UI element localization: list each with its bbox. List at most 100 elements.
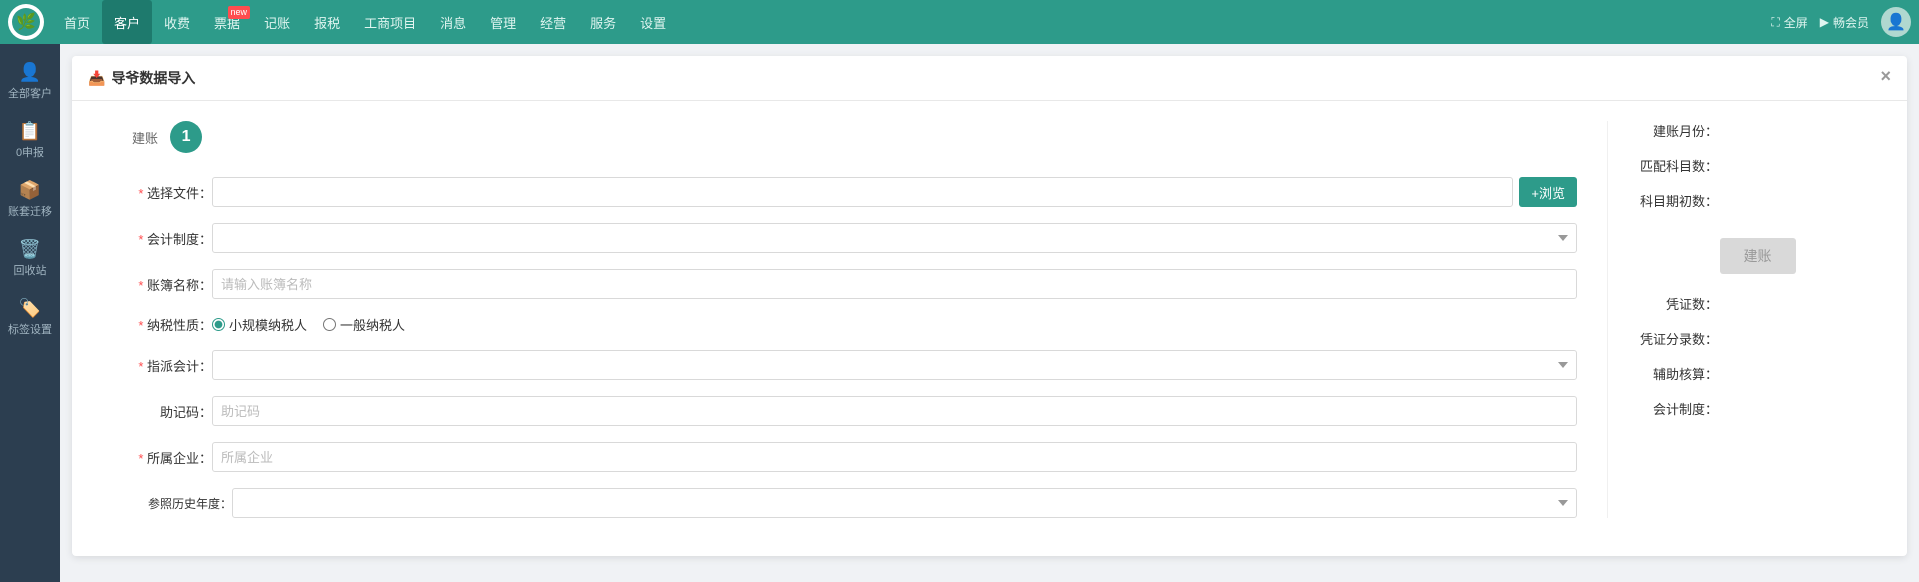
nav-item-tax[interactable]: 报税 [302, 0, 352, 44]
sidebar: 👤 全部客户 📋 0申报 📦 账套迁移 🗑️ 回收站 🏷️ 标签设置 [0, 44, 60, 582]
new-badge: new [228, 6, 251, 19]
nav-menu: 首页 客户 收费 票据 new 记账 报税 工商项目 消息 管理 经营 服务 设… [52, 0, 1771, 44]
accounting-system-info-label: 会计制度： [1628, 399, 1718, 418]
memo-input[interactable] [212, 396, 1577, 426]
general-taxpayer-radio[interactable] [323, 318, 336, 331]
trash-icon: 🗑️ [19, 239, 41, 260]
vip-icon: ▶ [1820, 15, 1829, 29]
info-section: 建账月份： 匹配科目数： 科目期初数： 建账 [1607, 121, 1907, 518]
sidebar-item-label: 账套迁移 [8, 203, 52, 219]
form-section: 建账 1 * 选择文件： +浏览 [72, 121, 1607, 518]
sidebar-item-all-customers[interactable]: 👤 全部客户 [0, 52, 60, 111]
sidebar-item-label: 全部客户 [8, 85, 52, 101]
aux-accounting-row: 辅助核算： [1628, 364, 1887, 383]
company-row: * 所属企业： [132, 442, 1577, 472]
import-icon: 📥 [88, 70, 105, 87]
voucher-count-row: 凭证数： [1628, 294, 1887, 313]
nav-right-area: ⛶ 全屏 ▶ 畅会员 👤 [1771, 7, 1911, 37]
step-number: 1 [182, 128, 191, 146]
sidebar-item-label: 0申报 [16, 144, 44, 160]
tax-type-label: * 纳税性质： [132, 315, 212, 334]
panel-header: 📥 导爷数据导入 × [72, 56, 1907, 101]
all-customers-icon: 👤 [19, 62, 41, 83]
sidebar-item-label: 标签设置 [8, 321, 52, 337]
fullscreen-button[interactable]: ⛶ 全屏 [1771, 14, 1807, 31]
build-month-row: 建账月份： [1628, 121, 1887, 140]
nav-item-message[interactable]: 消息 [428, 0, 478, 44]
fullscreen-icon: ⛶ [1771, 15, 1779, 30]
tax-type-row: * 纳税性质： 小规模纳税人 一般纳税人 [132, 315, 1577, 334]
declaration-icon: 📋 [19, 121, 41, 142]
aux-accounting-label: 辅助核算： [1628, 364, 1718, 383]
content-area: 📥 导爷数据导入 × 建账 1 * 选择文件： [60, 44, 1919, 582]
ledger-name-input[interactable] [212, 269, 1577, 299]
nav-item-service[interactable]: 服务 [578, 0, 628, 44]
sidebar-item-declaration[interactable]: 📋 0申报 [0, 111, 60, 170]
company-input[interactable] [212, 442, 1577, 472]
import-panel: 📥 导爷数据导入 × 建账 1 * 选择文件： [72, 56, 1907, 556]
accounting-system-info-row: 会计制度： [1628, 399, 1887, 418]
accounting-system-select[interactable] [212, 223, 1577, 253]
panel-body: 建账 1 * 选择文件： +浏览 [72, 101, 1907, 538]
migration-icon: 📦 [19, 180, 41, 201]
step-indicator: 建账 1 [132, 121, 1577, 153]
accountant-select[interactable] [212, 350, 1577, 380]
nav-item-business[interactable]: 工商项目 [352, 0, 428, 44]
step-circle: 1 [170, 121, 202, 153]
nav-item-customer[interactable]: 客户 [102, 0, 152, 44]
sidebar-item-label: 回收站 [14, 262, 47, 278]
ledger-name-label: * 账簿名称： [132, 275, 212, 294]
small-scale-label: 小规模纳税人 [229, 315, 307, 334]
history-year-row: 参照历史年度： [132, 488, 1577, 518]
top-navigation: 🌿 首页 客户 收费 票据 new 记账 报税 工商项目 消息 管理 经营 服务… [0, 0, 1919, 44]
user-icon: 👤 [1886, 12, 1906, 32]
main-layout: 👤 全部客户 📋 0申报 📦 账套迁移 🗑️ 回收站 🏷️ 标签设置 📥 导爷数… [0, 44, 1919, 582]
accountant-label: * 指派会计： [132, 356, 212, 375]
logo-icon: 🌿 [16, 12, 36, 32]
history-year-label: 参照历史年度： [132, 495, 232, 512]
small-scale-radio-label[interactable]: 小规模纳税人 [212, 315, 307, 334]
sidebar-item-trash[interactable]: 🗑️ 回收站 [0, 229, 60, 288]
step-label: 建账 [132, 128, 158, 147]
file-row: * 选择文件： +浏览 [132, 177, 1577, 207]
memo-label: 助记码： [132, 402, 212, 421]
nav-item-home[interactable]: 首页 [52, 0, 102, 44]
history-year-select[interactable] [232, 488, 1577, 518]
sidebar-item-migration[interactable]: 📦 账套迁移 [0, 170, 60, 229]
nav-item-settings[interactable]: 设置 [628, 0, 678, 44]
build-account-button[interactable]: 建账 [1720, 238, 1796, 274]
vip-button[interactable]: ▶ 畅会员 [1820, 14, 1869, 31]
nav-item-ticket[interactable]: 票据 new [202, 0, 252, 44]
match-subjects-label: 匹配科目数： [1628, 156, 1718, 175]
accounting-system-row: * 会计制度： [132, 223, 1577, 253]
period-balance-row: 科目期初数： [1628, 191, 1887, 210]
avatar[interactable]: 👤 [1881, 7, 1911, 37]
voucher-records-label: 凭证分录数： [1628, 329, 1718, 348]
memo-row: 助记码： [132, 396, 1577, 426]
nav-item-fee[interactable]: 收费 [152, 0, 202, 44]
close-button[interactable]: × [1880, 66, 1891, 87]
accountant-row: * 指派会计： [132, 350, 1577, 380]
nav-item-bookkeeping[interactable]: 记账 [252, 0, 302, 44]
file-input[interactable] [212, 177, 1513, 207]
voucher-count-label: 凭证数： [1628, 294, 1718, 313]
tag-icon: 🏷️ [19, 298, 41, 319]
general-taxpayer-radio-label[interactable]: 一般纳税人 [323, 315, 405, 334]
nav-item-operation[interactable]: 经营 [528, 0, 578, 44]
match-subjects-row: 匹配科目数： [1628, 156, 1887, 175]
company-label: * 所属企业： [132, 448, 212, 467]
build-month-label: 建账月份： [1628, 121, 1718, 140]
tax-type-radio-group: 小规模纳税人 一般纳税人 [212, 315, 405, 334]
file-label: * 选择文件： [132, 183, 212, 202]
browse-button[interactable]: +浏览 [1519, 177, 1577, 207]
ledger-name-row: * 账簿名称： [132, 269, 1577, 299]
general-taxpayer-label: 一般纳税人 [340, 315, 405, 334]
small-scale-radio[interactable] [212, 318, 225, 331]
panel-title: 导爷数据导入 [111, 68, 195, 88]
app-logo[interactable]: 🌿 [8, 4, 44, 40]
sidebar-item-tags[interactable]: 🏷️ 标签设置 [0, 288, 60, 347]
period-balance-label: 科目期初数： [1628, 191, 1718, 210]
voucher-records-row: 凭证分录数： [1628, 329, 1887, 348]
accounting-system-label: * 会计制度： [132, 229, 212, 248]
nav-item-manage[interactable]: 管理 [478, 0, 528, 44]
